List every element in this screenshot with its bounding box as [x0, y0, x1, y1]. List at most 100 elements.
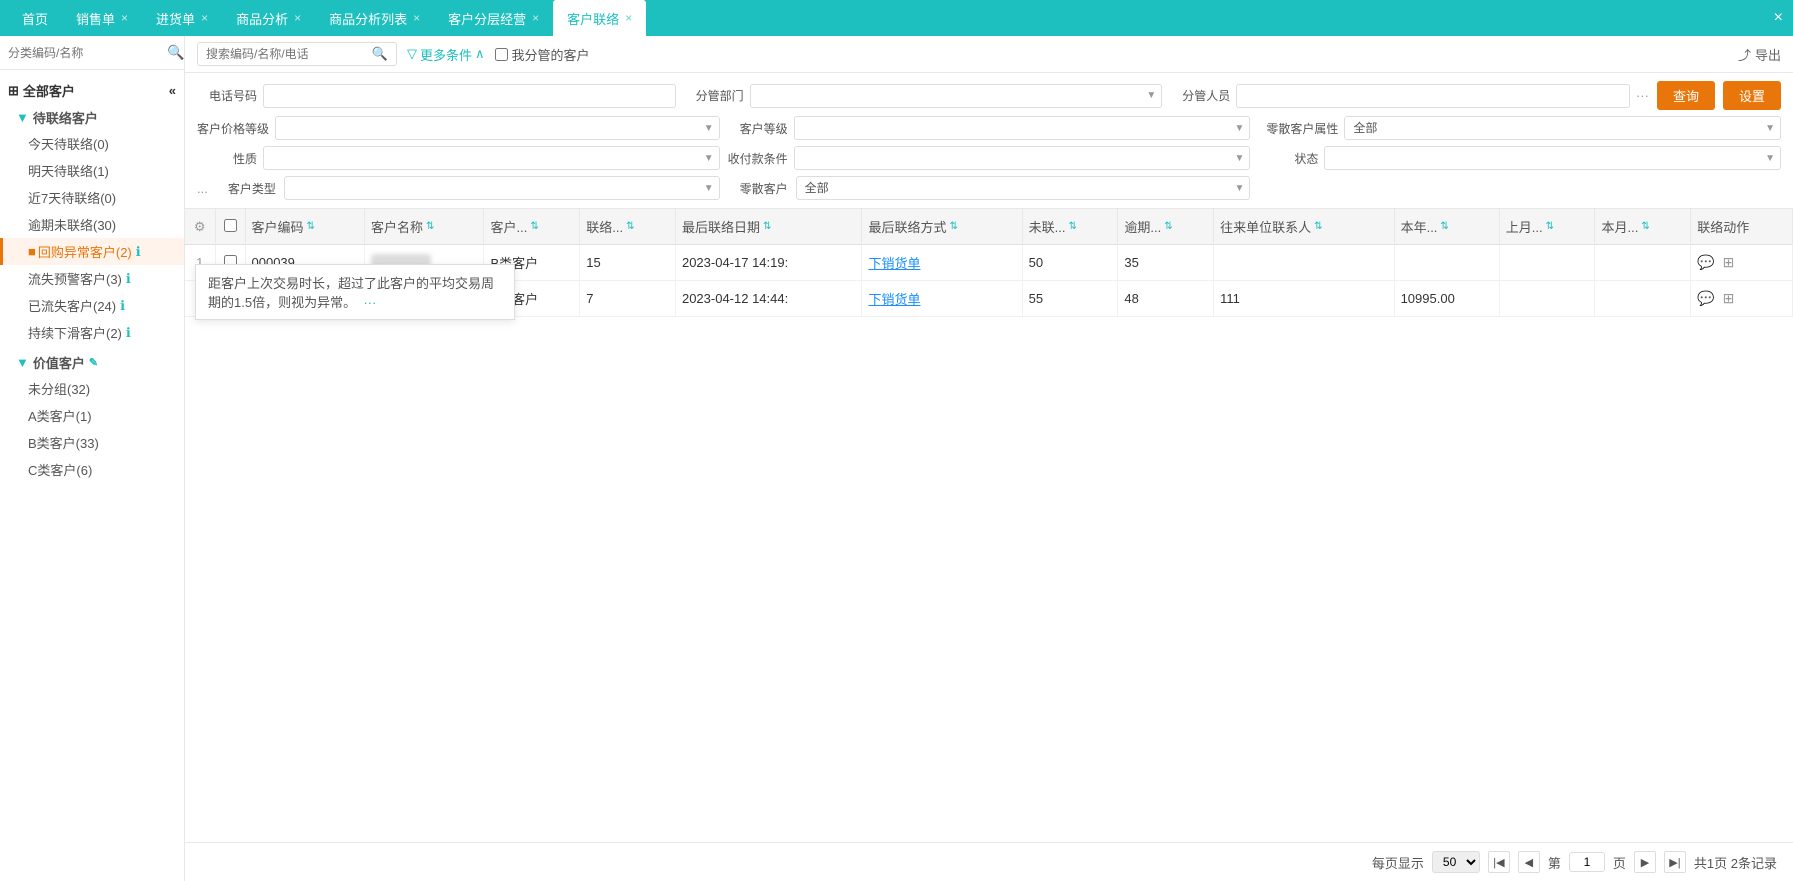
first-page-button[interactable]: |◀ — [1488, 851, 1510, 873]
main-search-icon[interactable]: 🔍 — [372, 46, 388, 62]
tooltip-close-icon[interactable]: ··· — [363, 295, 376, 310]
th-this-year[interactable]: 本年... ⇅ — [1394, 209, 1499, 245]
nav-item-home[interactable]: 首页 — [8, 0, 62, 36]
customer-level-select[interactable] — [794, 116, 1251, 140]
th-contact-count[interactable]: 联络... ⇅ — [580, 209, 676, 245]
sidebar-search: 🔍 — [0, 36, 184, 70]
nav-item-purchase[interactable]: 进货单 × — [142, 0, 222, 36]
close-product-list-icon[interactable]: × — [413, 11, 420, 25]
per-page-select[interactable]: 50 — [1432, 851, 1480, 873]
sort-code-icon: ⇅ — [307, 221, 315, 232]
dept-select[interactable] — [750, 84, 1163, 108]
row1-last-month — [1499, 245, 1595, 281]
row2-last-method: 下销货单 — [862, 281, 1022, 317]
row2-method-link[interactable]: 下销货单 — [868, 292, 920, 307]
phone-input-wrap — [263, 84, 676, 108]
th-contacts[interactable]: 往来单位联系人 ⇅ — [1214, 209, 1394, 245]
retail-attr-select[interactable]: 全部 — [1344, 116, 1781, 140]
top-toolbar: 🔍 ▽ 更多条件 ∧ 我分管的客户 ⤴ 导出 — [185, 36, 1793, 73]
sidebar-value-customers[interactable]: ▼ 价值客户 ✎ — [0, 350, 184, 375]
close-purchase-icon[interactable]: × — [201, 11, 208, 25]
last-page-button[interactable]: ▶| — [1664, 851, 1686, 873]
sidebar-all-customers[interactable]: ⊞ 全部客户 « — [0, 76, 184, 105]
category-search-input[interactable] — [8, 46, 163, 60]
sidebar-item-7days[interactable]: 近7天待联络(0) — [0, 184, 184, 211]
info-icon-churn-warning[interactable]: ℹ — [126, 271, 131, 287]
query-button[interactable]: 查询 — [1657, 81, 1715, 110]
gender-select[interactable] — [263, 146, 720, 170]
table-header-row: ⚙ 客户编码 ⇅ 客户名称 — [185, 209, 1793, 245]
dept-label: 分管部门 — [684, 87, 744, 104]
close-segment-icon[interactable]: × — [532, 11, 539, 25]
close-contact-icon[interactable]: × — [625, 11, 632, 25]
payment-select[interactable] — [794, 146, 1251, 170]
sort-date-icon: ⇅ — [763, 221, 771, 232]
prev-page-button[interactable]: ◀ — [1518, 851, 1540, 873]
th-overdue[interactable]: 逾期... ⇅ — [1118, 209, 1214, 245]
export-button[interactable]: ⤴ 导出 — [1738, 45, 1781, 64]
sidebar-item-churn-warning[interactable]: 流失预警客户(3) ℹ — [0, 265, 184, 292]
row1-more-icon[interactable]: ⊞ — [1723, 254, 1735, 271]
row2-last-date: 2023-04-12 14:44: — [675, 281, 862, 317]
main-search-input[interactable] — [206, 47, 372, 61]
status-select[interactable] — [1324, 146, 1781, 170]
category-search-icon[interactable]: 🔍 — [167, 44, 184, 61]
sidebar-item-class-b[interactable]: B类客户(33) — [0, 429, 184, 456]
retail-customer-select[interactable]: 全部 — [796, 176, 1251, 200]
sidebar-item-abnormal-repurchase[interactable]: ■ 回购异常客户(2) ℹ — [0, 238, 184, 265]
sidebar-item-ungrouped[interactable]: 未分组(32) — [0, 375, 184, 402]
nav-item-customer-segment[interactable]: 客户分层经营 × — [434, 0, 553, 36]
my-customers-checkbox[interactable] — [495, 48, 508, 61]
info-icon-abnormal[interactable]: ℹ — [136, 244, 141, 260]
sidebar-item-class-a[interactable]: A类客户(1) — [0, 402, 184, 429]
info-icon-churned[interactable]: ℹ — [120, 298, 125, 314]
status-label: 状态 — [1258, 150, 1318, 167]
th-last-contact-method[interactable]: 最后联络方式 ⇅ — [862, 209, 1022, 245]
page-label: 第 — [1548, 853, 1561, 872]
page-end-label: 页 — [1613, 853, 1626, 872]
next-page-button[interactable]: ▶ — [1634, 851, 1656, 873]
th-last-month[interactable]: 上月... ⇅ — [1499, 209, 1595, 245]
sidebar-item-churned[interactable]: 已流失客户(24) ℹ — [0, 292, 184, 319]
manager-dots[interactable]: ··· — [1636, 88, 1649, 103]
th-last-contact-date[interactable]: 最后联络日期 ⇅ — [675, 209, 862, 245]
row4-dots[interactable]: ... — [197, 181, 208, 196]
th-customer-code[interactable]: 客户编码 ⇅ — [245, 209, 364, 245]
close-sales-icon[interactable]: × — [121, 11, 128, 25]
filter-payment: 收付款条件 ▼ — [728, 146, 1251, 170]
sidebar-item-declining[interactable]: 持续下滑客户(2) ℹ — [0, 319, 184, 346]
sort-no-contact-icon: ⇅ — [1068, 221, 1076, 232]
nav-item-product-analysis-list[interactable]: 商品分析列表 × — [315, 0, 434, 36]
sidebar-item-overdue[interactable]: 逾期未联络(30) — [0, 211, 184, 238]
row1-method-link[interactable]: 下销货单 — [868, 256, 920, 271]
nav-item-customer-contact[interactable]: 客户联络 × — [553, 0, 646, 36]
sidebar-pending-contact[interactable]: ▼ 待联络客户 — [0, 105, 184, 130]
row2-chat-icon[interactable]: 💬 — [1697, 290, 1714, 307]
my-customers-filter[interactable]: 我分管的客户 — [495, 45, 590, 64]
th-customer-name[interactable]: 客户名称 ⇅ — [364, 209, 483, 245]
edit-value-icon[interactable]: ✎ — [89, 356, 98, 369]
close-product-analysis-icon[interactable]: × — [294, 11, 301, 25]
gear-icon[interactable]: ⚙ — [191, 219, 209, 235]
manager-input[interactable] — [1236, 84, 1630, 108]
row1-chat-icon[interactable]: 💬 — [1697, 254, 1714, 271]
page-number-input[interactable] — [1569, 852, 1605, 872]
row2-more-icon[interactable]: ⊞ — [1723, 290, 1735, 307]
total-label: 共1页 2条记录 — [1694, 853, 1777, 872]
settings-button[interactable]: 设置 — [1723, 81, 1781, 110]
sidebar-item-class-c[interactable]: C类客户(6) — [0, 456, 184, 483]
sidebar-item-today[interactable]: 今天待联络(0) — [0, 130, 184, 157]
nav-item-product-analysis[interactable]: 商品分析 × — [222, 0, 315, 36]
th-this-month[interactable]: 本月... ⇅ — [1595, 209, 1691, 245]
phone-input[interactable] — [263, 84, 676, 108]
select-all-checkbox[interactable] — [224, 219, 237, 232]
th-no-contact[interactable]: 未联... ⇅ — [1022, 209, 1118, 245]
customer-type-select[interactable] — [284, 176, 720, 200]
more-conditions-button[interactable]: ▽ 更多条件 ∧ — [407, 45, 485, 64]
th-customer-type[interactable]: 客户... ⇅ — [484, 209, 580, 245]
info-icon-declining[interactable]: ℹ — [126, 325, 131, 341]
price-level-select[interactable] — [275, 116, 720, 140]
close-all-tabs-button[interactable]: × — [1774, 9, 1783, 27]
sidebar-item-tomorrow[interactable]: 明天待联络(1) — [0, 157, 184, 184]
nav-item-sales[interactable]: 销售单 × — [62, 0, 142, 36]
